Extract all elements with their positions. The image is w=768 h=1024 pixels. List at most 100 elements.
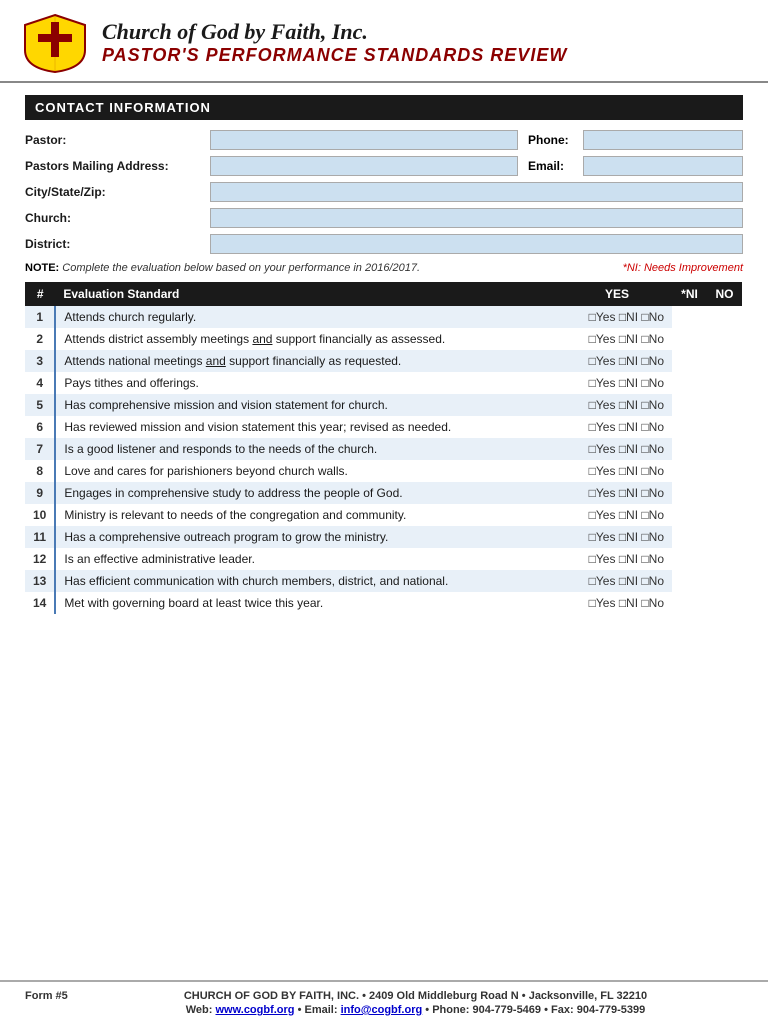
ni-checkbox[interactable]: □NI [619,574,638,588]
no-checkbox[interactable]: □No [641,442,664,456]
yes-checkbox[interactable]: □Yes [589,332,616,346]
no-checkbox[interactable]: □No [641,486,664,500]
row-options: □Yes □NI □No [562,350,672,372]
footer: Form #5 CHURCH OF GOD BY FAITH, INC. • 2… [0,980,768,1024]
no-checkbox[interactable]: □No [641,508,664,522]
yes-checkbox[interactable]: □Yes [589,574,616,588]
table-row: 11 Has a comprehensive outreach program … [25,526,742,548]
row-options: □Yes □NI □No [562,416,672,438]
city-input[interactable] [210,182,743,202]
ni-checkbox[interactable]: □NI [619,442,638,456]
row-num: 8 [25,460,55,482]
no-checkbox[interactable]: □No [641,398,664,412]
row-num: 7 [25,438,55,460]
yes-checkbox[interactable]: □Yes [589,442,616,456]
row-options: □Yes □NI □No [562,372,672,394]
footer-email-url[interactable]: info@cogbf.org [341,1004,423,1016]
yes-checkbox[interactable]: □Yes [589,398,616,412]
ni-checkbox[interactable]: □NI [619,354,638,368]
footer-top: Form #5 CHURCH OF GOD BY FAITH, INC. • 2… [25,990,743,1016]
no-checkbox[interactable]: □No [641,574,664,588]
row-num: 6 [25,416,55,438]
yes-checkbox[interactable]: □Yes [589,376,616,390]
yes-checkbox[interactable]: □Yes [589,596,616,610]
city-row: City/State/Zip: [25,182,743,202]
review-title: PASTOR'S PERFORMANCE STANDARDS REVIEW [102,45,567,66]
yes-checkbox[interactable]: □Yes [589,464,616,478]
district-input[interactable] [210,234,743,254]
row-standard: Love and cares for parishioners beyond c… [55,460,562,482]
footer-phone-value: 904-779-5469 [473,1004,542,1016]
no-checkbox[interactable]: □No [641,530,664,544]
yes-checkbox[interactable]: □Yes [589,552,616,566]
email-input[interactable] [583,156,743,176]
row-standard: Has efficient communication with church … [55,570,562,592]
no-checkbox[interactable]: □No [641,376,664,390]
phone-input[interactable] [583,130,743,150]
note-content: Complete the evaluation below based on y… [62,262,420,274]
row-standard: Engages in comprehensive study to addres… [55,482,562,504]
header-title: Church of God by Faith, Inc. PASTOR'S PE… [102,19,748,66]
no-checkbox[interactable]: □No [641,464,664,478]
yes-checkbox[interactable]: □Yes [589,354,616,368]
col-header-ni: *NI [672,282,707,306]
district-label: District: [25,237,210,251]
table-row: 9 Engages in comprehensive study to addr… [25,482,742,504]
ni-checkbox[interactable]: □NI [619,332,638,346]
yes-checkbox[interactable]: □Yes [589,530,616,544]
row-num: 5 [25,394,55,416]
row-standard: Met with governing board at least twice … [55,592,562,614]
no-checkbox[interactable]: □No [641,354,664,368]
contact-section-header: CONTACT INFORMATION [25,95,743,120]
footer-fax-value: 904-779-5399 [577,1004,646,1016]
ni-checkbox[interactable]: □NI [619,530,638,544]
address-input[interactable] [210,156,518,176]
ni-checkbox[interactable]: □NI [619,310,638,324]
table-row: 3 Attends national meetings and support … [25,350,742,372]
address-email-group: Email: [210,156,743,176]
ni-checkbox[interactable]: □NI [619,596,638,610]
footer-phone-label: Phone: [432,1004,472,1016]
row-num: 11 [25,526,55,548]
row-options: □Yes □NI □No [562,570,672,592]
footer-org-info: CHURCH OF GOD BY FAITH, INC. • 2409 Old … [88,990,743,1016]
note-text: NOTE: Complete the evaluation below base… [25,262,420,274]
pastor-input[interactable] [210,130,518,150]
yes-checkbox[interactable]: □Yes [589,310,616,324]
footer-web-url[interactable]: www.cogbf.org [216,1004,295,1016]
no-checkbox[interactable]: □No [641,596,664,610]
ni-checkbox[interactable]: □NI [619,420,638,434]
evaluation-table: # Evaluation Standard YES *NI NO 1 Atten… [25,282,743,614]
row-options: □Yes □NI □No [562,592,672,614]
yes-checkbox[interactable]: □Yes [589,486,616,500]
footer-links: Web: www.cogbf.org • Email: info@cogbf.o… [88,1004,743,1016]
no-checkbox[interactable]: □No [641,552,664,566]
row-options: □Yes □NI □No [562,482,672,504]
church-input[interactable] [210,208,743,228]
ni-checkbox[interactable]: □NI [619,376,638,390]
col-header-standard: Evaluation Standard [55,282,562,306]
ni-checkbox[interactable]: □NI [619,508,638,522]
church-label: Church: [25,211,210,225]
ni-checkbox[interactable]: □NI [619,486,638,500]
note-ni: *NI: Needs Improvement [623,262,743,274]
email-label: Email: [528,159,583,173]
table-row: 13 Has efficient communication with chur… [25,570,742,592]
table-row: 5 Has comprehensive mission and vision s… [25,394,742,416]
no-checkbox[interactable]: □No [641,420,664,434]
header: Church of God by Faith, Inc. PASTOR'S PE… [0,0,768,83]
col-header-yes: YES [562,282,672,306]
ni-checkbox[interactable]: □NI [619,552,638,566]
yes-checkbox[interactable]: □Yes [589,420,616,434]
row-standard: Is a good listener and responds to the n… [55,438,562,460]
yes-checkbox[interactable]: □Yes [589,508,616,522]
row-num: 1 [25,306,55,328]
no-checkbox[interactable]: □No [641,310,664,324]
row-options: □Yes □NI □No [562,438,672,460]
row-num: 2 [25,328,55,350]
pastor-label: Pastor: [25,133,210,147]
table-row: 14 Met with governing board at least twi… [25,592,742,614]
ni-checkbox[interactable]: □NI [619,398,638,412]
ni-checkbox[interactable]: □NI [619,464,638,478]
no-checkbox[interactable]: □No [641,332,664,346]
